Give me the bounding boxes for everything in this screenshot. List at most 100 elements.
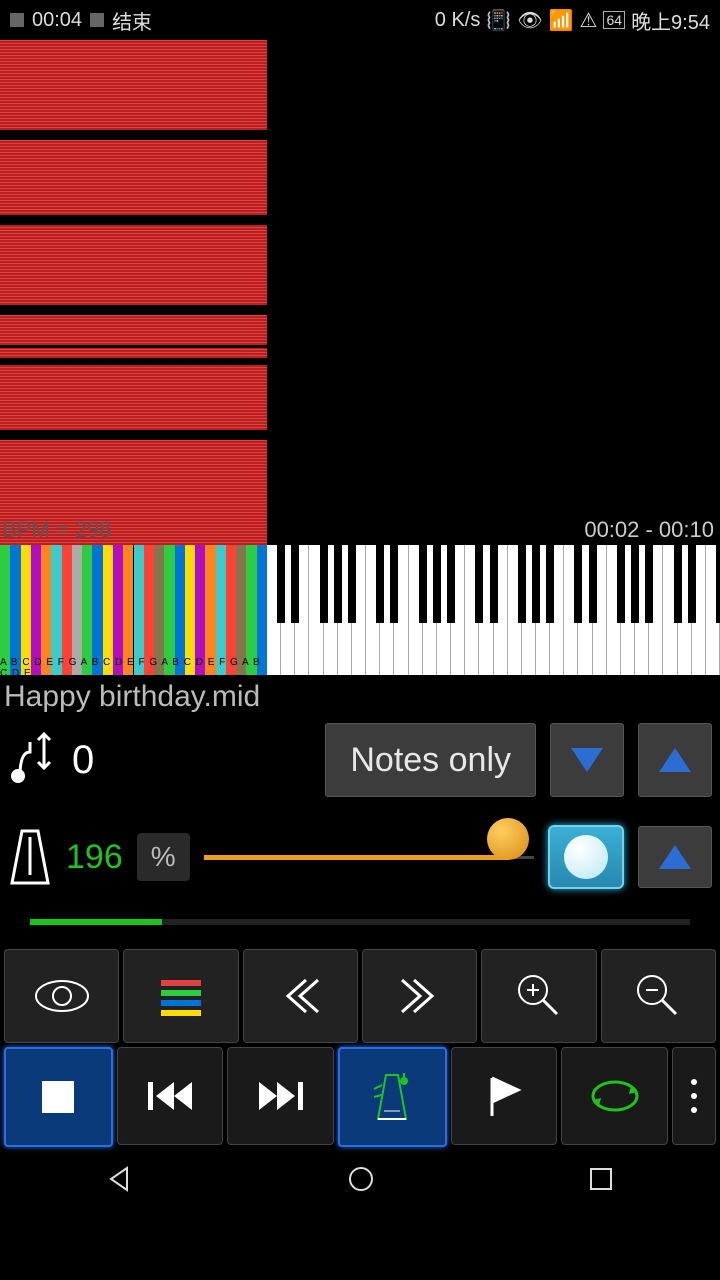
colored-key[interactable] bbox=[82, 545, 92, 675]
black-key[interactable] bbox=[589, 545, 597, 623]
status-bar: 00:04 结束 0 K/s 📳 👁 📶 ⚠ 64 晚上9:54 bbox=[0, 0, 720, 40]
more-button[interactable] bbox=[672, 1047, 716, 1145]
black-key[interactable] bbox=[546, 545, 554, 623]
note-block bbox=[0, 225, 267, 305]
zoom-out-button[interactable] bbox=[601, 949, 716, 1043]
colored-key[interactable] bbox=[0, 545, 10, 675]
zoom-in-button[interactable] bbox=[481, 949, 596, 1043]
colored-key[interactable] bbox=[236, 545, 246, 675]
zoom-out-icon bbox=[634, 972, 682, 1020]
arrow-up-icon bbox=[659, 748, 691, 772]
black-key[interactable] bbox=[631, 545, 639, 623]
recent-button[interactable] bbox=[589, 1167, 613, 1191]
alert-icon: ⚠ bbox=[580, 8, 598, 33]
colored-key[interactable] bbox=[123, 545, 133, 675]
black-key[interactable] bbox=[716, 545, 720, 623]
view-button[interactable] bbox=[4, 949, 119, 1043]
chevron-right-icon bbox=[398, 974, 442, 1018]
autoplay-toggle[interactable] bbox=[548, 825, 624, 889]
colored-key[interactable] bbox=[195, 545, 205, 675]
black-key[interactable] bbox=[390, 545, 398, 623]
back-button[interactable] bbox=[107, 1166, 133, 1192]
loop-button[interactable] bbox=[561, 1047, 668, 1145]
marker-button[interactable] bbox=[451, 1047, 558, 1145]
colored-key[interactable] bbox=[31, 545, 41, 675]
stop-indicator-icon bbox=[90, 13, 104, 27]
black-key[interactable] bbox=[674, 545, 682, 623]
colored-key[interactable] bbox=[51, 545, 61, 675]
colored-key[interactable] bbox=[154, 545, 164, 675]
slider-thumb[interactable] bbox=[487, 818, 529, 860]
colored-key[interactable] bbox=[72, 545, 82, 675]
black-key[interactable] bbox=[688, 545, 696, 623]
colored-key[interactable] bbox=[21, 545, 31, 675]
black-key[interactable] bbox=[490, 545, 498, 623]
colored-keys[interactable]: A B C D E F G A B C D E F G A B C D E F … bbox=[0, 545, 267, 675]
tempo-unit-button[interactable]: % bbox=[137, 833, 190, 881]
note-block bbox=[0, 40, 267, 130]
black-key[interactable] bbox=[475, 545, 483, 623]
colored-key[interactable] bbox=[205, 545, 215, 675]
rewind-button[interactable] bbox=[243, 949, 358, 1043]
tempo-slider[interactable] bbox=[204, 837, 534, 877]
colored-key[interactable] bbox=[62, 545, 72, 675]
black-key[interactable] bbox=[617, 545, 625, 623]
note-labels: A B C D E F G A B C D E F G A B C D E F … bbox=[0, 657, 267, 675]
square-recent-icon bbox=[589, 1167, 613, 1191]
view-toolbar bbox=[0, 945, 720, 1047]
tempo-up-button[interactable] bbox=[638, 826, 712, 888]
transpose-down-button[interactable] bbox=[550, 723, 624, 797]
transpose-up-button[interactable] bbox=[638, 723, 712, 797]
black-key[interactable] bbox=[433, 545, 441, 623]
skip-forward-button[interactable] bbox=[227, 1047, 334, 1145]
note-block bbox=[0, 315, 267, 345]
colored-key[interactable] bbox=[92, 545, 102, 675]
black-key[interactable] bbox=[376, 545, 384, 623]
colored-key[interactable] bbox=[113, 545, 123, 675]
colored-key[interactable] bbox=[175, 545, 185, 675]
black-key[interactable] bbox=[518, 545, 526, 623]
tempo-row: 196 % bbox=[0, 821, 720, 893]
colored-key[interactable] bbox=[10, 545, 20, 675]
colored-key[interactable] bbox=[185, 545, 195, 675]
vibrate-icon: 📳 bbox=[486, 8, 511, 33]
black-key[interactable] bbox=[419, 545, 427, 623]
file-title: Happy birthday.mid bbox=[0, 675, 720, 719]
notes-mode-button[interactable]: Notes only bbox=[325, 723, 536, 797]
black-key[interactable] bbox=[645, 545, 653, 623]
black-key[interactable] bbox=[320, 545, 328, 623]
colored-key[interactable] bbox=[216, 545, 226, 675]
colored-key[interactable] bbox=[144, 545, 154, 675]
note-block bbox=[0, 365, 267, 430]
stop-button[interactable] bbox=[4, 1047, 113, 1147]
black-key[interactable] bbox=[532, 545, 540, 623]
black-key[interactable] bbox=[447, 545, 455, 623]
piano-keyboard[interactable]: A B C D E F G A B C D E F G A B C D E F … bbox=[0, 545, 720, 675]
skip-back-button[interactable] bbox=[117, 1047, 224, 1145]
transpose-row: 0 Notes only bbox=[0, 719, 720, 801]
system-nav-bar bbox=[0, 1151, 720, 1206]
tracks-button[interactable] bbox=[123, 949, 238, 1043]
colored-key[interactable] bbox=[257, 545, 267, 675]
white-keys[interactable] bbox=[267, 545, 720, 675]
arrow-up-icon bbox=[659, 845, 691, 869]
black-key[interactable] bbox=[277, 545, 285, 623]
midi-waterfall[interactable]: BPM = 298 00:02 - 00:10 bbox=[0, 40, 720, 545]
colored-key[interactable] bbox=[164, 545, 174, 675]
home-button[interactable] bbox=[348, 1166, 374, 1192]
progress-bar[interactable] bbox=[30, 919, 690, 925]
colored-key[interactable] bbox=[226, 545, 236, 675]
black-key[interactable] bbox=[291, 545, 299, 623]
colored-key[interactable] bbox=[41, 545, 51, 675]
transpose-value: 0 bbox=[72, 738, 94, 783]
net-speed: 0 K/s bbox=[435, 9, 481, 32]
black-key[interactable] bbox=[334, 545, 342, 623]
practice-mode-button[interactable] bbox=[338, 1047, 447, 1147]
colored-key[interactable] bbox=[103, 545, 113, 675]
colored-key[interactable] bbox=[134, 545, 144, 675]
black-key[interactable] bbox=[574, 545, 582, 623]
black-key[interactable] bbox=[348, 545, 356, 623]
colored-key[interactable] bbox=[246, 545, 256, 675]
forward-button[interactable] bbox=[362, 949, 477, 1043]
chevron-left-icon bbox=[278, 974, 322, 1018]
